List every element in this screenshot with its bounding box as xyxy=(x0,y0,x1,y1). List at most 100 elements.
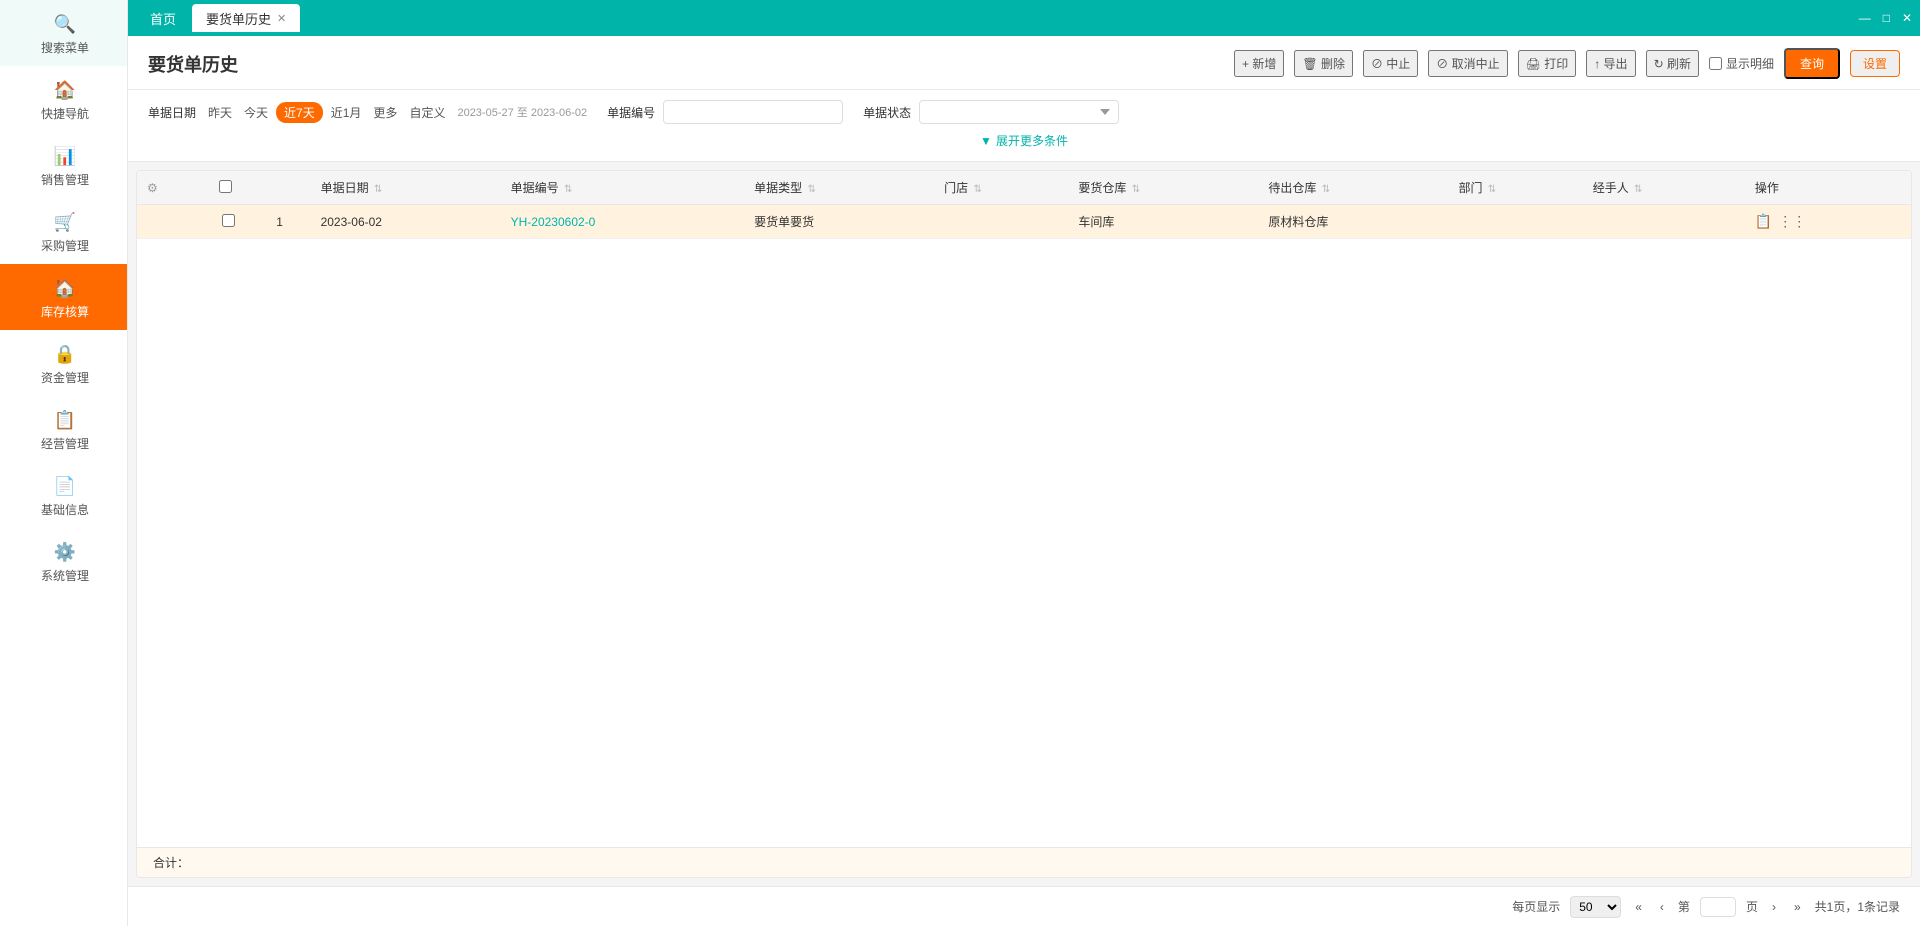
tab-close-requisition-history[interactable]: ✕ xyxy=(277,12,286,25)
row-doc-date: 2023-06-02 xyxy=(311,205,501,239)
settings-col-header[interactable]: ⚙ xyxy=(137,171,209,205)
doc-number-filter-group: 单据编号 xyxy=(607,100,843,124)
row-more-icon[interactable]: ⋮⋮ xyxy=(1778,213,1806,230)
row-pending-warehouse: 原材料仓库 xyxy=(1258,205,1448,239)
per-page-label: 每页显示 xyxy=(1512,898,1560,915)
row-num-cell: 1 xyxy=(249,205,311,239)
doc-date-col-header[interactable]: 单据日期 ⇅ xyxy=(311,171,501,205)
row-req-warehouse: 车间库 xyxy=(1068,205,1258,239)
summary-label: 合计： xyxy=(153,856,189,870)
tab-label-requisition-history: 要货单历史 xyxy=(206,9,271,28)
main-area: 首页 要货单历史 ✕ — □ ✕ 要货单历史 + 新增 🗑 删除 ⊘ 中止 ⊘ 取消… xyxy=(128,0,1920,926)
table-header-row: ⚙ 单据日期 ⇅ 单据编号 ⇅ 单据类型 ⇅ 门店 ⇅ 要货仓库 ⇅ 待出仓库 … xyxy=(137,171,1911,205)
doc-number-input[interactable] xyxy=(663,100,843,124)
system-icon: ⚙️ xyxy=(54,542,76,563)
date-shortcut-last7days[interactable]: 近7天 xyxy=(276,102,323,123)
date-shortcut-yesterday[interactable]: 昨天 xyxy=(204,103,236,122)
status-select[interactable] xyxy=(919,100,1119,124)
cancel-stop-button[interactable]: ⊘ 取消中止 xyxy=(1428,50,1507,77)
maximize-button[interactable]: □ xyxy=(1883,11,1890,25)
row-settings-cell xyxy=(137,205,209,239)
row-actions: 📋 ⋮⋮ xyxy=(1745,205,1911,239)
pending-warehouse-col-header[interactable]: 待出仓库 ⇅ xyxy=(1258,171,1448,205)
prev-prev-button[interactable]: « xyxy=(1631,898,1646,916)
query-button[interactable]: 查询 xyxy=(1784,48,1840,79)
select-all-checkbox[interactable] xyxy=(219,180,232,193)
page-suffix: 页 xyxy=(1746,898,1758,915)
sidebar-label-basic-info: 基础信息 xyxy=(41,501,89,518)
expand-more-button[interactable]: ▼ 展开更多条件 xyxy=(148,128,1900,153)
filter-area: 单据日期 昨天今天近7天近1月更多自定义 2023-05-27 至 2023-0… xyxy=(128,90,1920,162)
sidebar-item-inventory[interactable]: 🏠 库存核算 xyxy=(0,264,127,330)
print-button[interactable]: 🖨 打印 xyxy=(1518,50,1577,77)
status-filter-group: 单据状态 xyxy=(863,100,1119,124)
date-shortcut-custom[interactable]: 自定义 xyxy=(405,103,449,122)
tab-label-home: 首页 xyxy=(150,9,176,28)
row-checkbox[interactable] xyxy=(222,214,235,227)
sidebar-item-quick-nav[interactable]: 🏠快捷导航 xyxy=(0,66,127,132)
row-doc-number: YH-20230602-0 xyxy=(501,205,745,239)
page-label: 第 xyxy=(1678,898,1690,915)
req-warehouse-col-header[interactable]: 要货仓库 ⇅ xyxy=(1068,171,1258,205)
sidebar-item-sales[interactable]: 📊销售管理 xyxy=(0,132,127,198)
tab-requisition-history[interactable]: 要货单历史 ✕ xyxy=(192,4,300,32)
doc-number-col-header[interactable]: 单据编号 ⇅ xyxy=(501,171,745,205)
date-filter-group: 单据日期 昨天今天近7天近1月更多自定义 2023-05-27 至 2023-0… xyxy=(148,102,587,123)
display-detail-checkbox[interactable] xyxy=(1709,57,1722,70)
date-filter-label: 单据日期 xyxy=(148,104,196,121)
doc-type-col-header[interactable]: 单据类型 ⇅ xyxy=(744,171,934,205)
sidebar-item-search-menu[interactable]: 🔍搜索菜单 xyxy=(0,0,127,66)
table-area: ⚙ 单据日期 ⇅ 单据编号 ⇅ 单据类型 ⇅ 门店 ⇅ 要货仓库 ⇅ 待出仓库 … xyxy=(136,170,1912,878)
row-num-col-header xyxy=(249,171,311,205)
date-shortcut-more[interactable]: 更多 xyxy=(369,103,401,122)
tab-home[interactable]: 首页 xyxy=(136,4,190,32)
next-button[interactable]: › xyxy=(1768,898,1780,916)
stop-button[interactable]: ⊘ 中止 xyxy=(1363,50,1418,77)
settings-button[interactable]: 设置 xyxy=(1850,50,1900,77)
inventory-icon: 🏠 xyxy=(54,278,76,299)
per-page-select[interactable]: 50 10 20 100 xyxy=(1570,896,1621,918)
sidebar-label-sales: 销售管理 xyxy=(41,171,89,188)
sidebar-item-basic-info[interactable]: 📄 基础信息 xyxy=(0,462,127,528)
sidebar-label-inventory: 库存核算 xyxy=(41,303,89,320)
pagination-bar: 每页显示 50 10 20 100 « ‹ 第 1 页 › » 共1页，1条记录 xyxy=(128,886,1920,926)
sidebar-label-system: 系统管理 xyxy=(41,567,89,584)
actions-col-header: 操作 xyxy=(1745,171,1911,205)
display-detail-toggle[interactable]: 显示明细 xyxy=(1709,55,1774,72)
row-edit-icon[interactable]: 📋 xyxy=(1755,213,1772,230)
sidebar-item-finance[interactable]: 🔒资金管理 xyxy=(0,330,127,396)
operations-icon: 📋 xyxy=(54,410,76,431)
store-col-header[interactable]: 门店 ⇅ xyxy=(934,171,1068,205)
search-menu-icon: 🔍 xyxy=(54,14,76,35)
new-button[interactable]: + 新增 xyxy=(1234,50,1284,77)
refresh-button[interactable]: ↻ 刷新 xyxy=(1646,50,1699,77)
sidebar-item-purchase[interactable]: 🛒采购管理 xyxy=(0,198,127,264)
next-next-button[interactable]: » xyxy=(1790,898,1805,916)
date-range: 2023-05-27 至 2023-06-02 xyxy=(457,104,587,120)
date-shortcut-today[interactable]: 今天 xyxy=(240,103,272,122)
export-button[interactable]: ↑ 导出 xyxy=(1586,50,1635,77)
row-handler xyxy=(1583,205,1745,239)
department-col-header[interactable]: 部门 ⇅ xyxy=(1448,171,1582,205)
status-label: 单据状态 xyxy=(863,104,911,121)
sidebar-label-quick-nav: 快捷导航 xyxy=(41,105,89,122)
basic-info-icon: 📄 xyxy=(54,476,76,497)
minimize-button[interactable]: — xyxy=(1859,11,1871,25)
date-shortcut-last1month[interactable]: 近1月 xyxy=(327,103,366,122)
handler-col-header[interactable]: 经手人 ⇅ xyxy=(1583,171,1745,205)
checkbox-col-header[interactable] xyxy=(209,171,249,205)
sidebar-label-finance: 资金管理 xyxy=(41,369,89,386)
row-checkbox-cell[interactable] xyxy=(209,205,249,239)
sidebar-item-operations[interactable]: 📋经营管理 xyxy=(0,396,127,462)
sidebar: 🔍搜索菜单🏠快捷导航📊销售管理🛒采购管理 🏠 库存核算 🔒资金管理📋经营管理 📄 基础信息… xyxy=(0,0,128,926)
close-button[interactable]: ✕ xyxy=(1902,11,1912,25)
doc-number-link[interactable]: YH-20230602-0 xyxy=(511,215,596,229)
page-input[interactable]: 1 xyxy=(1700,897,1736,917)
total-info: 共1页，1条记录 xyxy=(1815,898,1900,915)
doc-number-label: 单据编号 xyxy=(607,104,655,121)
prev-button[interactable]: ‹ xyxy=(1656,898,1668,916)
sidebar-item-system[interactable]: ⚙️ 系统管理 xyxy=(0,528,127,594)
row-doc-type: 要货单要货 xyxy=(744,205,934,239)
page-header: 要货单历史 + 新增 🗑 删除 ⊘ 中止 ⊘ 取消中止 🖨 打印 ↑ 导出 ↻ … xyxy=(128,36,1920,90)
delete-button[interactable]: 🗑 删除 xyxy=(1294,50,1353,77)
